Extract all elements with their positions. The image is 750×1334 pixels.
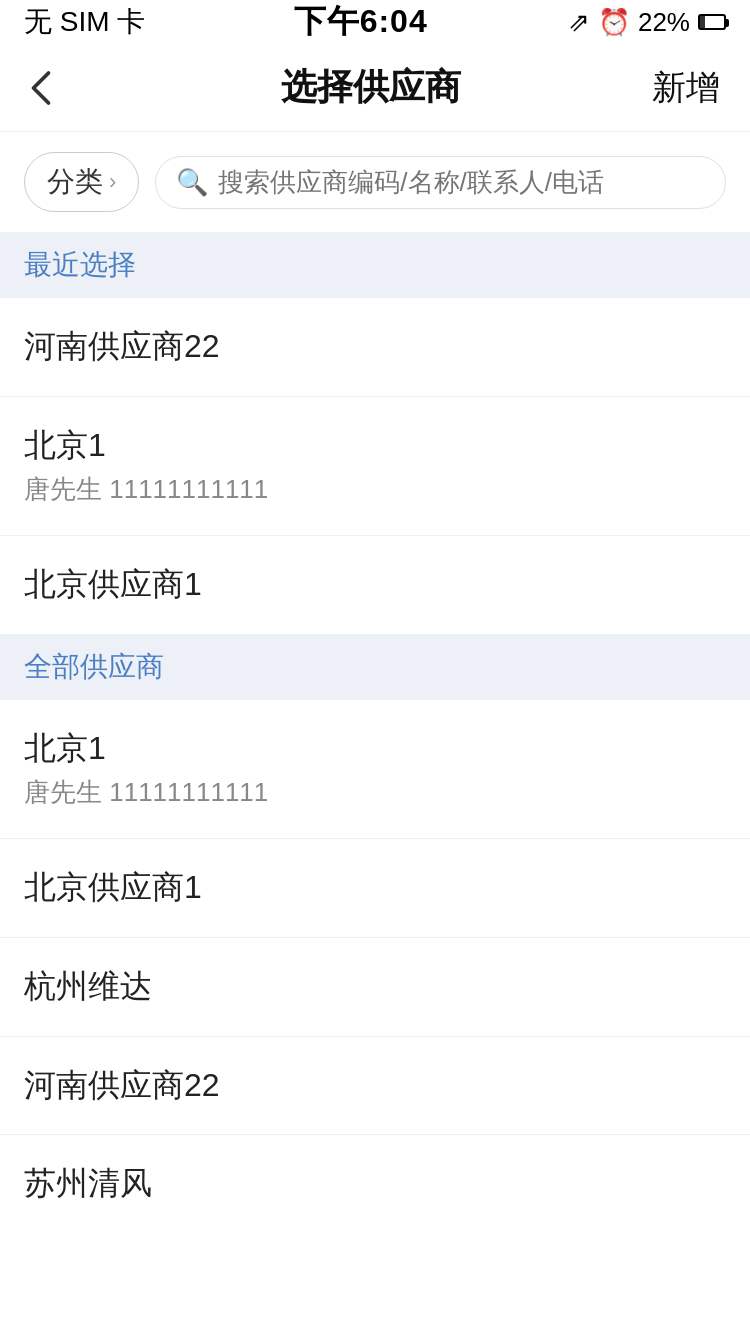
status-bar: 无 SIM 卡 下午6:04 ⇗ ⏰ 22% <box>0 0 750 44</box>
status-right: ⇗ ⏰ 22% <box>568 7 726 38</box>
list-item[interactable]: 北京1 唐先生 11111111111 <box>0 700 750 840</box>
item-name: 杭州维达 <box>24 966 726 1008</box>
item-name: 苏州清风 <box>24 1163 726 1205</box>
item-sub: 唐先生 11111111111 <box>24 472 726 507</box>
category-button[interactable]: 分类 › <box>24 152 139 212</box>
search-box: 🔍 <box>155 156 726 209</box>
recent-section-header: 最近选择 <box>0 232 750 298</box>
carrier-label: 无 SIM 卡 <box>24 3 145 41</box>
search-input[interactable] <box>218 167 705 198</box>
all-section-label: 全部供应商 <box>24 651 164 682</box>
add-button[interactable]: 新增 <box>652 65 720 111</box>
list-item[interactable]: 杭州维达 <box>0 938 750 1037</box>
list-item[interactable]: 河南供应商22 <box>0 1037 750 1136</box>
all-section-header: 全部供应商 <box>0 634 750 700</box>
category-label: 分类 <box>47 163 103 201</box>
list-item[interactable]: 苏州清风 <box>0 1135 750 1233</box>
list-item[interactable]: 河南供应商22 <box>0 298 750 397</box>
recent-section-label: 最近选择 <box>24 249 136 280</box>
search-icon: 🔍 <box>176 167 208 198</box>
item-name: 北京1 <box>24 425 726 467</box>
status-time: 下午6:04 <box>294 0 428 44</box>
list-item[interactable]: 北京供应商1 <box>0 839 750 938</box>
alarm-icon: ⏰ <box>598 7 630 38</box>
item-name: 北京供应商1 <box>24 867 726 909</box>
item-sub: 唐先生 11111111111 <box>24 775 726 810</box>
filter-bar: 分类 › 🔍 <box>0 132 750 232</box>
list-item[interactable]: 北京供应商1 <box>0 536 750 634</box>
back-button[interactable] <box>30 70 90 106</box>
item-name: 北京供应商1 <box>24 564 726 606</box>
list-item[interactable]: 北京1 唐先生 11111111111 <box>0 397 750 537</box>
all-list: 北京1 唐先生 11111111111 北京供应商1 杭州维达河南供应商22 苏州清风 <box>0 700 750 1233</box>
battery-icon <box>698 14 726 30</box>
battery-label: 22% <box>638 7 690 38</box>
item-name: 北京1 <box>24 728 726 770</box>
item-name: 河南供应商22 <box>24 326 726 368</box>
page-title: 选择供应商 <box>281 63 461 112</box>
status-carrier: 无 SIM 卡 <box>24 3 153 41</box>
chevron-right-icon: › <box>109 169 116 195</box>
nav-bar: 选择供应商 新增 <box>0 44 750 132</box>
item-name: 河南供应商22 <box>24 1065 726 1107</box>
recent-list: 河南供应商22 北京1 唐先生 11111111111 北京供应商1 <box>0 298 750 634</box>
location-icon: ⇗ <box>568 7 590 38</box>
